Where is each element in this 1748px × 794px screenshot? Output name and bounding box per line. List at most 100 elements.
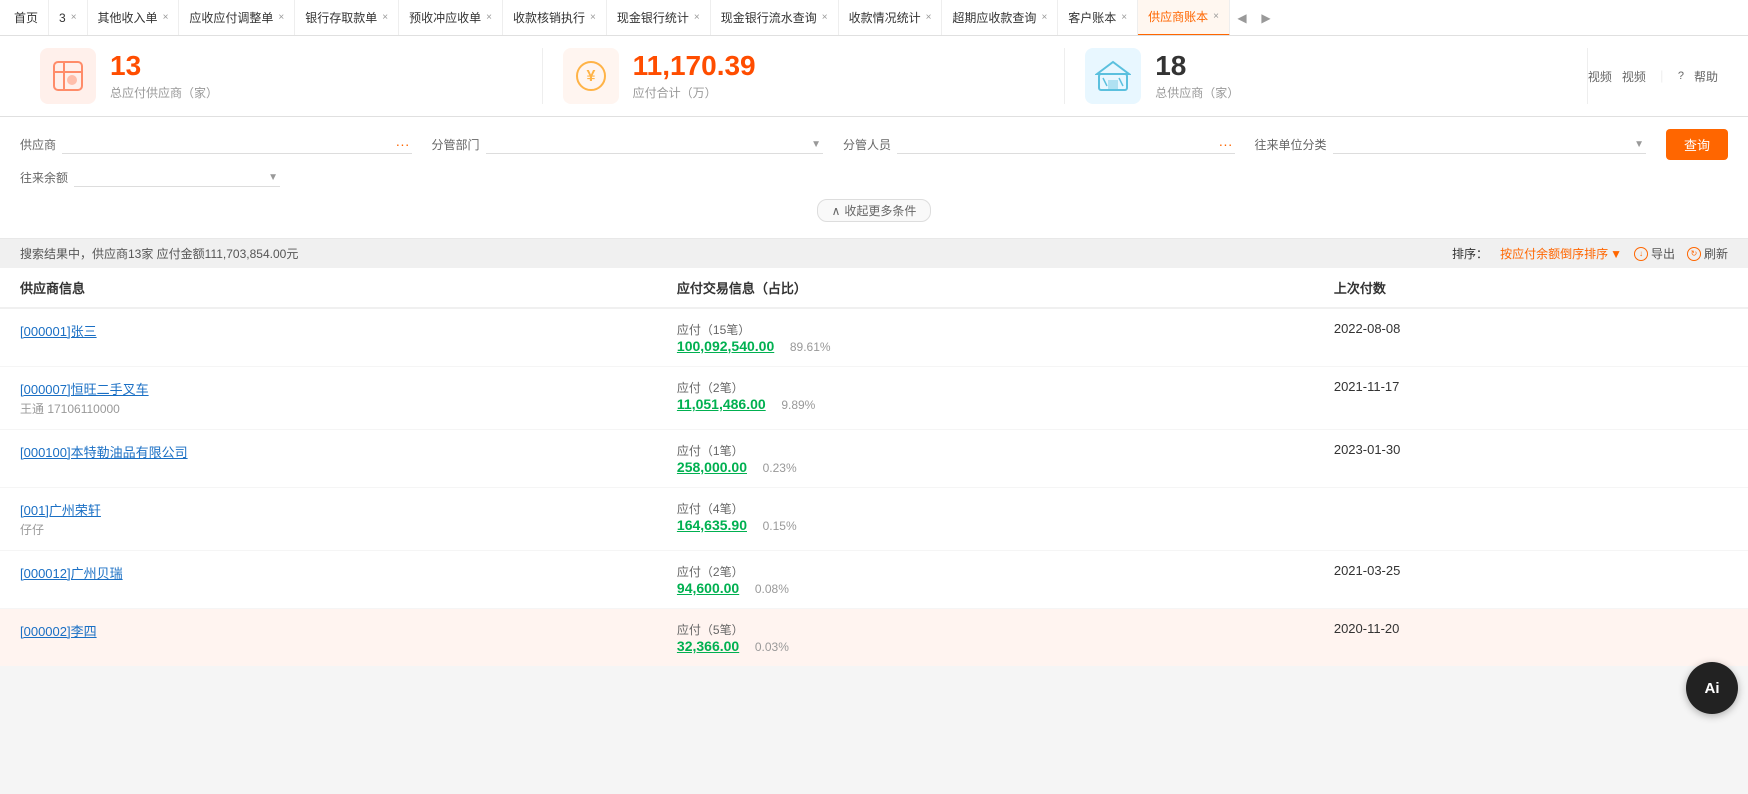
trans-amount-5[interactable]: 32,366.00 <box>677 638 739 654</box>
trans-amount-0[interactable]: 100,092,540.00 <box>677 338 774 354</box>
table-body: [000001]张三 应付（15笔） 100,092,540.00 89.61%… <box>0 309 1748 667</box>
close-icon[interactable]: × <box>926 12 932 23</box>
export-label: 导出 <box>1651 245 1675 262</box>
nav-left-arrow[interactable]: ◀ <box>1230 0 1254 36</box>
supplier-label: 供应商 <box>20 136 56 153</box>
export-button[interactable]: ↓ 导出 <box>1634 245 1675 262</box>
balance-label: 往来余额 <box>20 169 68 186</box>
nav-tab-customer-ledger[interactable]: 客户账本 × <box>1058 0 1138 36</box>
close-icon[interactable]: × <box>1121 12 1127 23</box>
cell-supplier-3: [001]广州荣轩 仔仔 <box>20 500 677 538</box>
close-icon[interactable]: × <box>163 12 169 23</box>
payable-suppliers-label: 总应付供应商（家） <box>110 84 218 101</box>
ai-button[interactable]: Ai <box>1686 662 1738 714</box>
cell-transaction-5: 应付（5笔） 32,366.00 0.03% <box>677 621 1334 654</box>
balance-input[interactable] <box>74 168 266 186</box>
trans-amount-2[interactable]: 258,000.00 <box>677 459 747 475</box>
close-icon[interactable]: × <box>822 12 828 23</box>
cell-supplier-4: [000012]广州贝瑞 <box>20 563 677 582</box>
close-icon[interactable]: × <box>71 12 77 23</box>
close-icon[interactable]: × <box>382 12 388 23</box>
video-text[interactable]: 视频 <box>1622 68 1646 85</box>
table-header: 供应商信息 应付交易信息（占比） 上次付数 <box>0 268 1748 309</box>
trans-label-3: 应付（4笔） <box>677 502 744 516</box>
cell-supplier-5: [000002]李四 <box>20 621 677 640</box>
table-row: [000001]张三 应付（15笔） 100,092,540.00 89.61%… <box>0 309 1748 367</box>
dept-label: 分管部门 <box>432 136 480 153</box>
query-button[interactable]: 查询 <box>1666 129 1728 160</box>
cell-date-0: 2022-08-08 <box>1334 321 1728 336</box>
trans-amount-4[interactable]: 94,600.00 <box>677 580 739 596</box>
summary-card-total-suppliers: 18 总供应商（家） <box>1065 48 1588 104</box>
help-text[interactable]: 帮助 <box>1694 68 1718 85</box>
table-row: [000002]李四 应付（5笔） 32,366.00 0.03% 2020-1… <box>0 609 1748 667</box>
person-dots-icon[interactable]: ··· <box>1217 136 1235 152</box>
category-chevron-icon[interactable]: ▼ <box>1632 139 1646 150</box>
close-icon[interactable]: × <box>1041 12 1047 23</box>
category-input[interactable] <box>1333 135 1633 153</box>
sort-selector[interactable]: 按应付余额倒序排序 ▼ <box>1500 245 1622 262</box>
supplier-link-3[interactable]: [001]广州荣轩 <box>20 503 101 518</box>
close-icon[interactable]: × <box>1213 11 1219 22</box>
col-header-supplier: 供应商信息 <box>20 278 677 297</box>
trans-label-4: 应付（2笔） <box>677 565 744 579</box>
nav-tab-adjust[interactable]: 应收应付调整单 × <box>179 0 295 36</box>
nav-tab-other-income[interactable]: 其他收入单 × <box>88 0 180 36</box>
trans-amount-3[interactable]: 164,635.90 <box>677 517 747 533</box>
help-icon: ? <box>1678 70 1684 82</box>
supplier-link-4[interactable]: [000012]广州贝瑞 <box>20 566 123 581</box>
video-link[interactable]: 视频 <box>1588 68 1612 85</box>
summary-card-payable-suppliers: 13 总应付供应商（家） <box>20 48 543 104</box>
filter-person: 分管人员 ··· <box>843 135 1235 154</box>
supplier-link-1[interactable]: [000007]恒旺二手叉车 <box>20 382 149 397</box>
trans-pct-3: 0.15% <box>763 519 797 533</box>
nav-tab-overdue[interactable]: 超期应收款查询 × <box>942 0 1058 36</box>
cell-date-1: 2021-11-17 <box>1334 379 1728 394</box>
trans-label-2: 应付（1笔） <box>677 444 744 458</box>
supplier-dots-icon[interactable]: ··· <box>394 136 412 152</box>
nav-tab-collection[interactable]: 收款核销执行 × <box>503 0 607 36</box>
supplier-input-wrap: ··· <box>62 135 411 154</box>
person-label: 分管人员 <box>843 136 891 153</box>
close-icon[interactable]: × <box>278 12 284 23</box>
nav-tab-home[interactable]: 首页 <box>4 0 49 36</box>
balance-chevron-icon[interactable]: ▼ <box>266 172 280 183</box>
cell-supplier-1: [000007]恒旺二手叉车 王通 17106110000 <box>20 379 677 417</box>
dept-input[interactable] <box>486 135 810 153</box>
person-input[interactable] <box>897 135 1216 153</box>
collapse-button[interactable]: ∧ 收起更多条件 <box>817 199 932 222</box>
cell-date-5: 2020-11-20 <box>1334 621 1728 636</box>
nav-tab-bank[interactable]: 银行存取款单 × <box>295 0 399 36</box>
supplier-link-2[interactable]: [000100]本特勒油品有限公司 <box>20 445 188 460</box>
result-summary-text: 搜索结果中，供应商13家 应付金额111,703,854.00元 <box>20 245 298 262</box>
export-icon: ↓ <box>1634 247 1648 261</box>
nav-tab-3[interactable]: 3 × <box>49 0 88 36</box>
nav-tab-cash-stat[interactable]: 现金银行统计 × <box>607 0 711 36</box>
dept-chevron-icon[interactable]: ▼ <box>809 139 823 150</box>
table-row: [000012]广州贝瑞 应付（2笔） 94,600.00 0.08% 2021… <box>0 551 1748 609</box>
sort-value-text: 按应付余额倒序排序 <box>1500 245 1608 262</box>
supplier-link-0[interactable]: [000001]张三 <box>20 324 97 339</box>
nav-right-arrow[interactable]: ▶ <box>1254 0 1278 36</box>
refresh-button[interactable]: ↻ 刷新 <box>1687 245 1728 262</box>
summary-card-payable-amount: ¥ 11,170.39 应付合计（万） <box>543 48 1066 104</box>
supplier-input[interactable] <box>62 135 393 153</box>
close-icon[interactable]: × <box>590 12 596 23</box>
close-icon[interactable]: × <box>694 12 700 23</box>
payable-amount-value: 11,170.39 <box>633 51 756 82</box>
supplier-link-5[interactable]: [000002]李四 <box>20 624 97 639</box>
nav-tab-collection-stat[interactable]: 收款情况统计 × <box>839 0 943 36</box>
trans-pct-2: 0.23% <box>763 461 797 475</box>
trans-amount-1[interactable]: 11,051,486.00 <box>677 396 766 412</box>
total-suppliers-info: 18 总供应商（家） <box>1155 51 1239 101</box>
nav-tab-prepay[interactable]: 预收冲应收单 × <box>399 0 503 36</box>
nav-tab-cash-flow[interactable]: 现金银行流水查询 × <box>711 0 839 36</box>
payable-amount-info: 11,170.39 应付合计（万） <box>633 51 756 101</box>
cell-date-2: 2023-01-30 <box>1334 442 1728 457</box>
cell-transaction-4: 应付（2笔） 94,600.00 0.08% <box>677 563 1334 596</box>
close-icon[interactable]: × <box>486 12 492 23</box>
divider: ｜ <box>1656 68 1668 85</box>
balance-input-wrap: ▼ <box>74 168 280 187</box>
nav-tab-supplier-ledger[interactable]: 供应商账本 × <box>1138 0 1230 36</box>
total-suppliers-label: 总供应商（家） <box>1155 84 1239 101</box>
